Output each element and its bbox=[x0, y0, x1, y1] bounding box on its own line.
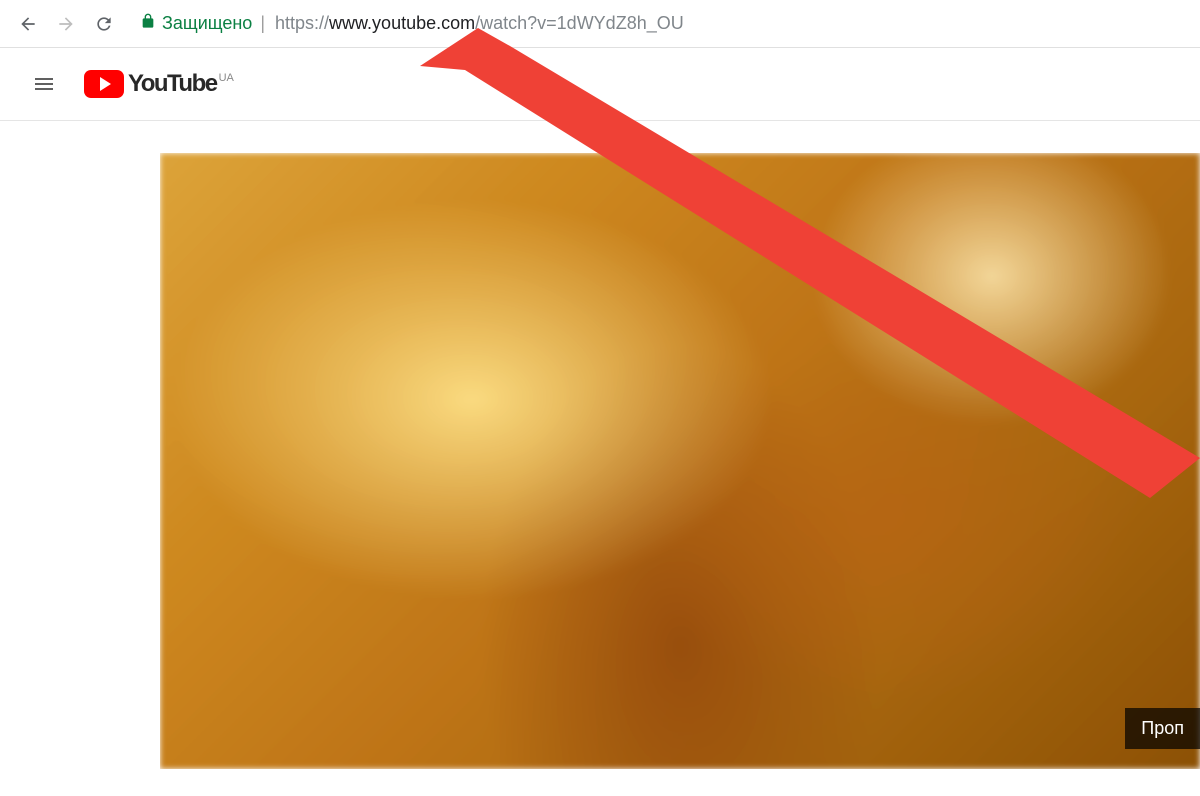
arrow-left-icon bbox=[18, 14, 38, 34]
youtube-header: YouTube UA bbox=[0, 48, 1200, 120]
header-divider bbox=[0, 120, 1200, 121]
nav-buttons bbox=[12, 8, 120, 40]
url-divider: | bbox=[260, 13, 265, 34]
video-player[interactable]: Проп bbox=[160, 153, 1200, 769]
arrow-right-icon bbox=[56, 14, 76, 34]
youtube-region: UA bbox=[219, 72, 234, 84]
skip-ad-label: Проп bbox=[1141, 718, 1184, 738]
video-frame bbox=[160, 153, 1200, 769]
reload-button[interactable] bbox=[88, 8, 120, 40]
skip-ad-button[interactable]: Проп bbox=[1125, 708, 1200, 749]
lock-icon bbox=[140, 13, 156, 34]
back-button[interactable] bbox=[12, 8, 44, 40]
secure-label: Защищено bbox=[162, 13, 252, 34]
reload-icon bbox=[94, 14, 114, 34]
url-path: /watch?v=1dWYdZ8h_OU bbox=[475, 13, 684, 34]
youtube-play-icon bbox=[84, 70, 124, 98]
browser-toolbar: Защищено | https://www.youtube.com/watch… bbox=[0, 0, 1200, 48]
address-bar[interactable]: Защищено | https://www.youtube.com/watch… bbox=[140, 6, 1188, 42]
youtube-logo[interactable]: YouTube UA bbox=[84, 70, 234, 98]
youtube-logo-text: YouTube bbox=[128, 70, 217, 98]
url-domain: www.youtube.com bbox=[329, 13, 475, 34]
url-protocol: https:// bbox=[275, 13, 329, 34]
hamburger-menu-button[interactable] bbox=[24, 64, 64, 104]
forward-button[interactable] bbox=[50, 8, 82, 40]
hamburger-icon bbox=[32, 72, 56, 96]
